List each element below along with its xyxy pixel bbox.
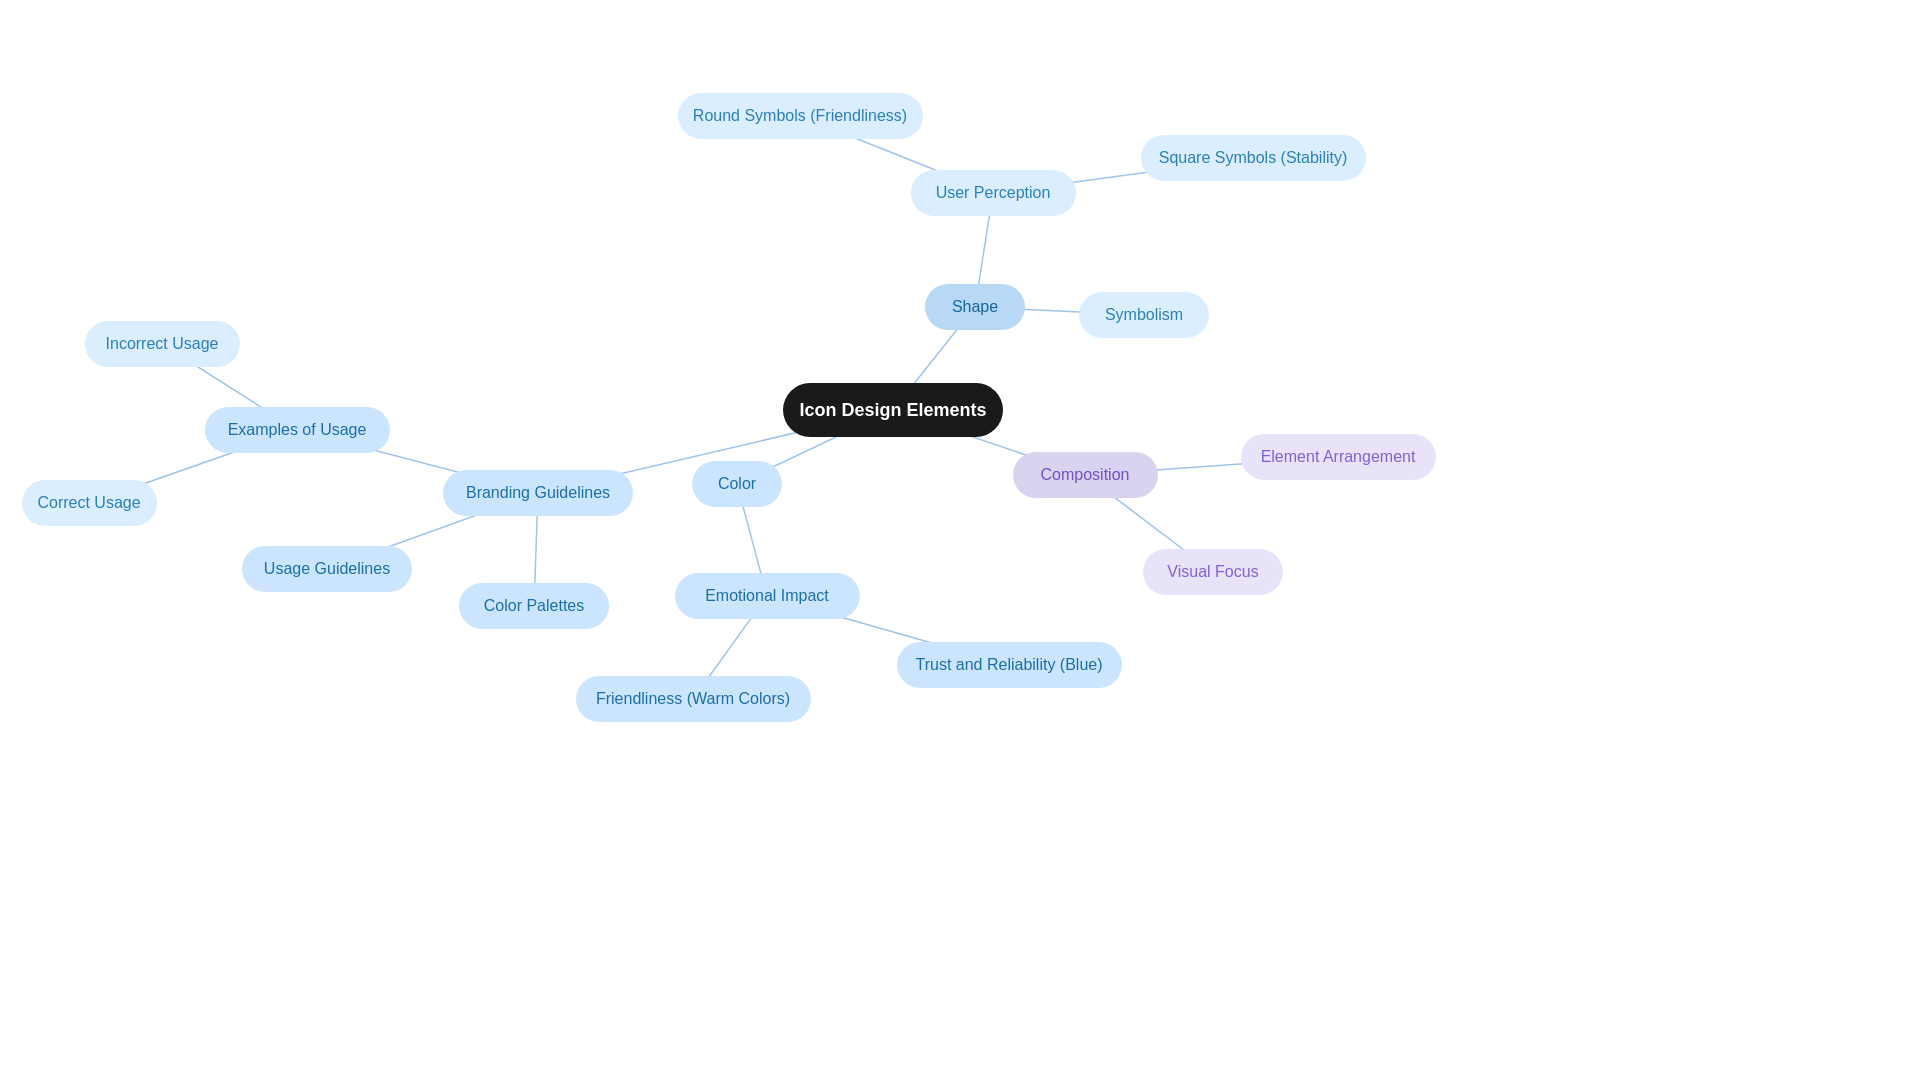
node-element-arrangement[interactable]: Element Arrangement — [1241, 434, 1436, 480]
node-incorrect-usage[interactable]: Incorrect Usage — [85, 321, 240, 367]
node-symbolism[interactable]: Symbolism — [1079, 292, 1209, 338]
node-user-perception[interactable]: User Perception — [911, 170, 1076, 216]
node-emotional-impact[interactable]: Emotional Impact — [675, 573, 860, 619]
node-usage-guidelines[interactable]: Usage Guidelines — [242, 546, 412, 592]
node-square-symbols[interactable]: Square Symbols (Stability) — [1141, 135, 1366, 181]
node-composition[interactable]: Composition — [1013, 452, 1158, 498]
node-center[interactable]: Icon Design Elements — [783, 383, 1003, 437]
node-color-palettes[interactable]: Color Palettes — [459, 583, 609, 629]
node-branding-guidelines[interactable]: Branding Guidelines — [443, 470, 633, 516]
node-shape[interactable]: Shape — [925, 284, 1025, 330]
node-visual-focus[interactable]: Visual Focus — [1143, 549, 1283, 595]
node-examples-of-usage[interactable]: Examples of Usage — [205, 407, 390, 453]
node-friendliness-warm[interactable]: Friendliness (Warm Colors) — [576, 676, 811, 722]
node-round-symbols[interactable]: Round Symbols (Friendliness) — [678, 93, 923, 139]
node-correct-usage[interactable]: Correct Usage — [22, 480, 157, 526]
node-trust-reliability[interactable]: Trust and Reliability (Blue) — [897, 642, 1122, 688]
node-color[interactable]: Color — [692, 461, 782, 507]
